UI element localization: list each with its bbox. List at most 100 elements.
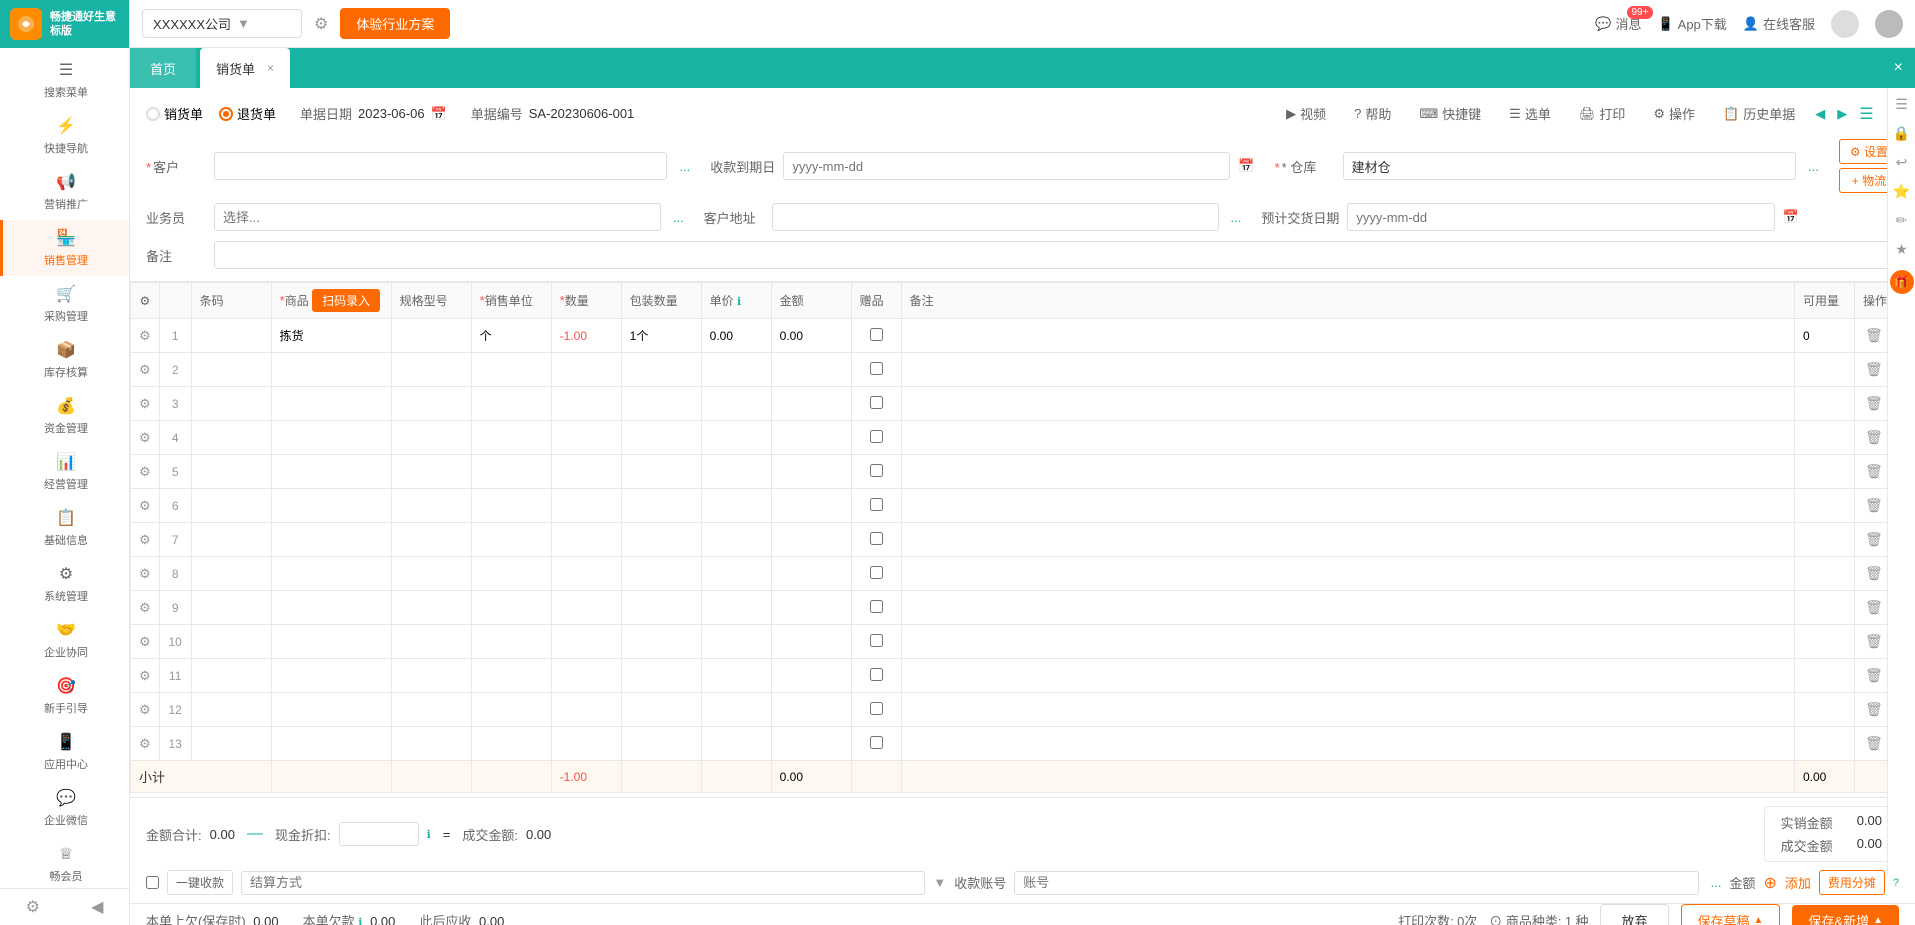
sidebar-item-member[interactable]: ♕ 畅会员 bbox=[0, 836, 129, 888]
calendar-icon[interactable]: 📅 bbox=[431, 106, 447, 122]
row-gift-checkbox[interactable] bbox=[870, 532, 883, 545]
row-unit[interactable] bbox=[471, 625, 551, 659]
row-barcode[interactable] bbox=[191, 693, 271, 727]
row-gift-checkbox[interactable] bbox=[870, 566, 883, 579]
row-price[interactable] bbox=[701, 455, 771, 489]
row-unit[interactable] bbox=[471, 557, 551, 591]
row-settings-icon[interactable]: ⚙ bbox=[139, 328, 151, 343]
row-remark[interactable] bbox=[901, 523, 1794, 557]
row-settings-icon[interactable]: ⚙ bbox=[139, 532, 151, 547]
side-panel-icon-1[interactable]: ☰ bbox=[1895, 96, 1908, 113]
row-qty[interactable] bbox=[551, 523, 621, 557]
row-delete-button[interactable]: 🗑 bbox=[1863, 665, 1885, 686]
row-qty[interactable] bbox=[551, 727, 621, 761]
row-spec[interactable] bbox=[391, 353, 471, 387]
due-date-input[interactable] bbox=[783, 152, 1230, 180]
side-panel-icon-3[interactable]: ↩ bbox=[1896, 154, 1908, 171]
row-price[interactable] bbox=[701, 387, 771, 421]
row-price[interactable] bbox=[701, 625, 771, 659]
row-remark[interactable] bbox=[901, 353, 1794, 387]
row-price[interactable] bbox=[701, 523, 771, 557]
row-product[interactable] bbox=[271, 523, 391, 557]
row-qty[interactable]: -1.00 bbox=[551, 319, 621, 353]
expense-button[interactable]: 费用分摊 bbox=[1819, 870, 1885, 895]
row-barcode[interactable] bbox=[191, 319, 271, 353]
customer-dots[interactable]: ... bbox=[679, 159, 690, 174]
row-product[interactable] bbox=[271, 421, 391, 455]
row-unit[interactable] bbox=[471, 387, 551, 421]
row-product[interactable] bbox=[271, 625, 391, 659]
history-btn[interactable]: 📋 历史单据 bbox=[1715, 100, 1803, 127]
row-remark[interactable] bbox=[901, 727, 1794, 761]
row-product[interactable] bbox=[271, 489, 391, 523]
addr-dots[interactable]: ... bbox=[1231, 210, 1242, 225]
row-amount[interactable]: 0.00 bbox=[771, 319, 851, 353]
row-remark[interactable] bbox=[901, 455, 1794, 489]
save-draft-button[interactable]: 保存草稿 ▲ bbox=[1681, 904, 1781, 925]
row-barcode[interactable] bbox=[191, 387, 271, 421]
sidebar-item-search[interactable]: ☰ 搜索菜单 bbox=[0, 52, 129, 108]
sidebar-item-operations[interactable]: 📊 经营管理 bbox=[0, 444, 129, 500]
row-qty[interactable] bbox=[551, 625, 621, 659]
row-remark[interactable] bbox=[901, 693, 1794, 727]
row-spec[interactable] bbox=[391, 455, 471, 489]
row-product[interactable]: 拣货 bbox=[271, 319, 391, 353]
tab-sales-order[interactable]: 销货单 × bbox=[200, 48, 290, 88]
row-spec[interactable] bbox=[391, 659, 471, 693]
row-amount[interactable] bbox=[771, 693, 851, 727]
row-price[interactable] bbox=[701, 353, 771, 387]
row-gift-checkbox[interactable] bbox=[870, 396, 883, 409]
due-date-calendar-icon[interactable]: 📅 bbox=[1238, 158, 1254, 174]
draft-arrow-icon[interactable]: ▲ bbox=[1754, 915, 1764, 925]
row-barcode[interactable] bbox=[191, 591, 271, 625]
side-panel-icon-6[interactable]: ★ bbox=[1895, 241, 1908, 258]
sidebar-item-marketing[interactable]: 📢 营销推广 bbox=[0, 164, 129, 220]
select-btn[interactable]: ☰ 选单 bbox=[1501, 100, 1559, 127]
owe-info-icon[interactable]: ℹ bbox=[358, 917, 362, 925]
row-product[interactable] bbox=[271, 387, 391, 421]
row-pack[interactable] bbox=[621, 693, 701, 727]
col-settings[interactable]: ⚙ bbox=[131, 283, 160, 319]
row-remark[interactable] bbox=[901, 489, 1794, 523]
row-delete-button[interactable]: 🗑 bbox=[1863, 733, 1885, 754]
row-spec[interactable] bbox=[391, 557, 471, 591]
row-remark[interactable] bbox=[901, 659, 1794, 693]
salesman-input[interactable] bbox=[214, 203, 661, 231]
row-spec[interactable] bbox=[391, 523, 471, 557]
row-qty[interactable] bbox=[551, 455, 621, 489]
row-pack[interactable] bbox=[621, 421, 701, 455]
row-product[interactable] bbox=[271, 591, 391, 625]
customer-input[interactable] bbox=[214, 152, 667, 180]
video-btn[interactable]: ▶ 视频 bbox=[1278, 100, 1334, 127]
row-remark[interactable] bbox=[901, 319, 1794, 353]
help-btn[interactable]: ? 帮助 bbox=[1346, 100, 1399, 127]
row-pack[interactable] bbox=[621, 557, 701, 591]
row-unit[interactable] bbox=[471, 523, 551, 557]
row-gift-checkbox[interactable] bbox=[870, 668, 883, 681]
one-click-pay-checkbox[interactable] bbox=[146, 876, 159, 889]
row-price[interactable] bbox=[701, 557, 771, 591]
row-pack[interactable] bbox=[621, 353, 701, 387]
row-spec[interactable] bbox=[391, 421, 471, 455]
side-panel-icon-2[interactable]: 🔒 bbox=[1893, 125, 1910, 142]
row-amount[interactable] bbox=[771, 727, 851, 761]
row-settings-icon[interactable]: ⚙ bbox=[139, 566, 151, 581]
price-info-icon[interactable]: ℹ bbox=[737, 296, 741, 308]
row-delete-button[interactable]: 🗑 bbox=[1863, 359, 1885, 380]
sidebar-item-appstore[interactable]: 📱 应用中心 bbox=[0, 724, 129, 780]
sidebar-item-wechat[interactable]: 💬 企业微信 bbox=[0, 780, 129, 836]
settings-bottom-icon[interactable]: ⚙ bbox=[26, 897, 40, 917]
message-button[interactable]: 💬 消息 99+ bbox=[1595, 14, 1641, 33]
row-price[interactable] bbox=[701, 727, 771, 761]
radio-sales-order[interactable]: 销货单 bbox=[146, 104, 203, 123]
row-settings-icon[interactable]: ⚙ bbox=[139, 600, 151, 615]
add-payment-icon[interactable]: ⊕ bbox=[1763, 873, 1776, 893]
sidebar-item-inventory[interactable]: 📦 库存核算 bbox=[0, 332, 129, 388]
row-barcode[interactable] bbox=[191, 557, 271, 591]
row-pack[interactable] bbox=[621, 625, 701, 659]
row-unit[interactable] bbox=[471, 693, 551, 727]
radio-return-order[interactable]: 退货单 bbox=[219, 104, 276, 123]
row-pack[interactable]: 1个 bbox=[621, 319, 701, 353]
row-amount[interactable] bbox=[771, 523, 851, 557]
row-spec[interactable] bbox=[391, 693, 471, 727]
